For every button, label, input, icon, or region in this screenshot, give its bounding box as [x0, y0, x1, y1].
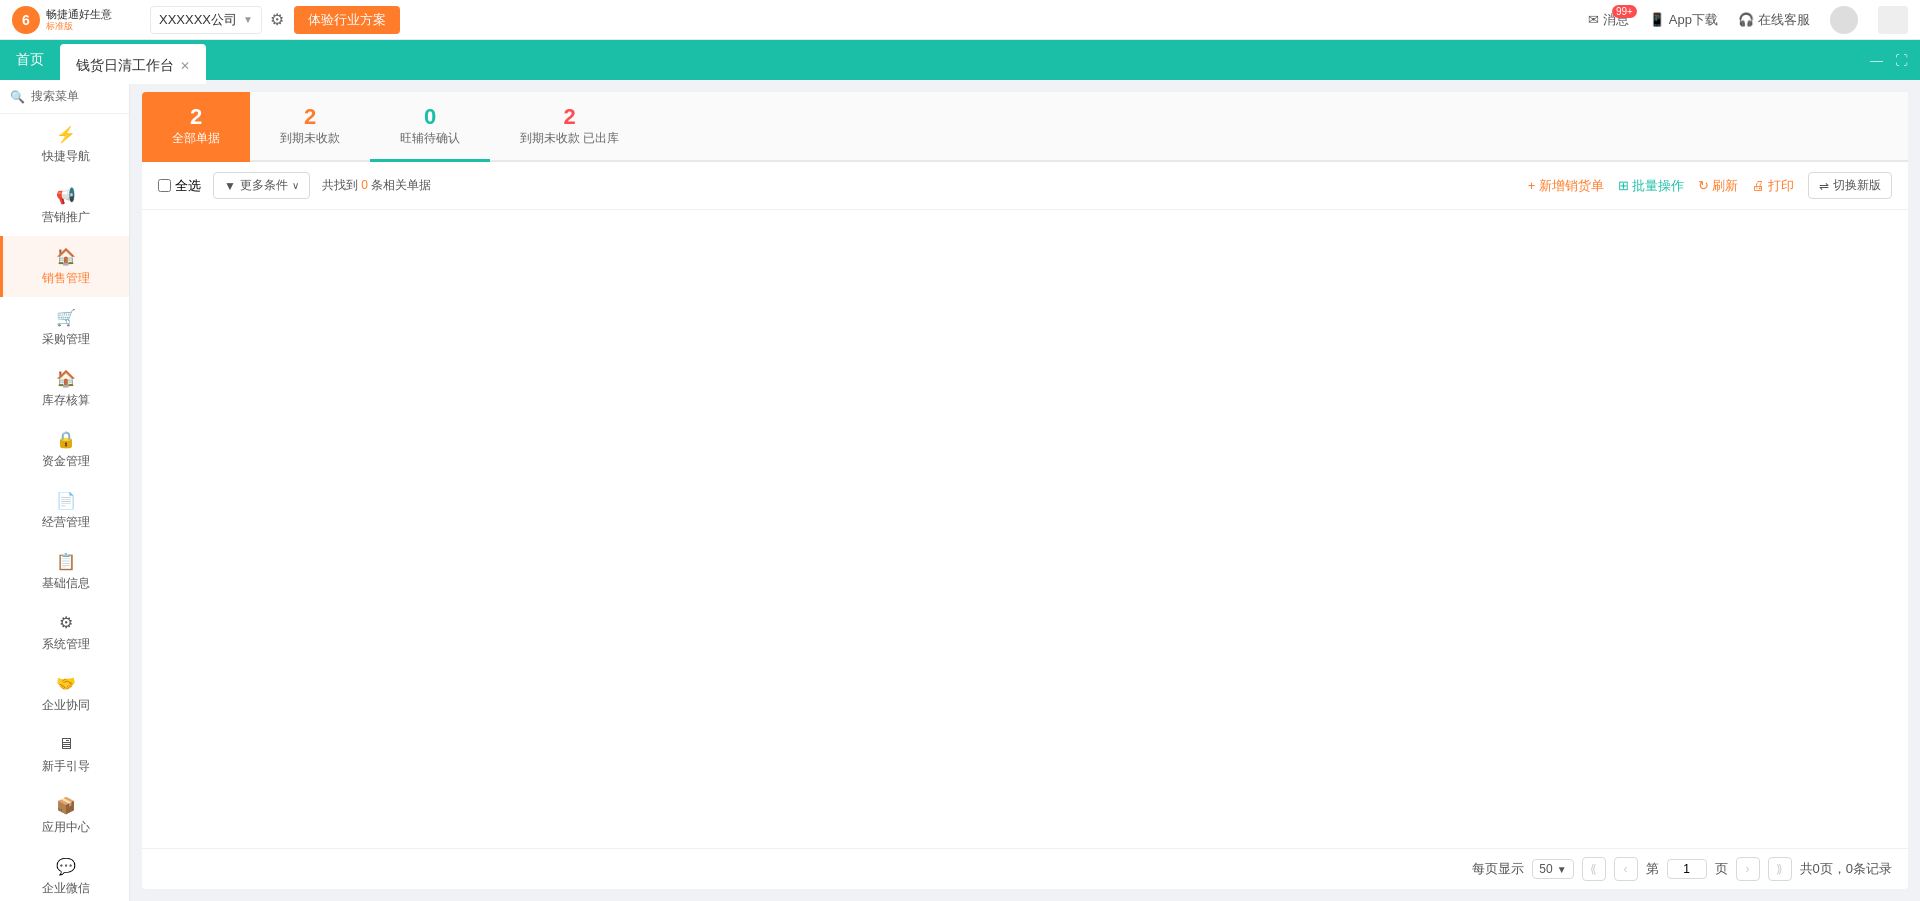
nav-tab-actions: — ⛶ [1870, 40, 1920, 80]
sidebar-item-operations[interactable]: 📄 经营管理 [0, 480, 129, 541]
first-page-button[interactable]: ⟪ [1582, 857, 1606, 881]
avatar[interactable] [1830, 6, 1858, 34]
download-icon: 📱 [1649, 12, 1665, 27]
print-icon: 🖨 [1752, 178, 1765, 193]
sidebar-item-marketing[interactable]: 📢 营销推广 [0, 175, 129, 236]
page-label-suffix: 页 [1715, 860, 1728, 878]
system-icon: ⚙ [56, 612, 76, 632]
tab-workbench[interactable]: 钱货日清工作台 ✕ [60, 44, 206, 84]
pagination-bar: 每页显示 50 ▼ ⟪ ‹ 第 页 › ⟫ 共0页，0条记录 [142, 848, 1908, 889]
sidebar-item-sales[interactable]: 🏠 销售管理 [0, 236, 129, 297]
marketing-icon: 📢 [56, 185, 76, 205]
capital-icon: 🔒 [56, 429, 76, 449]
online-service-item[interactable]: 🎧 在线客服 [1738, 11, 1810, 29]
company-selector[interactable]: XXXXXX公司 ▼ [150, 6, 262, 34]
message-badge: 99+ [1612, 5, 1637, 18]
filter-button[interactable]: ▼ 更多条件 ∨ [213, 172, 310, 199]
message-icon: ✉ [1588, 12, 1599, 27]
service-icon: 🎧 [1738, 12, 1754, 27]
logo-icon: 6 [12, 6, 40, 34]
toolbar-right: + 新增销货单 ⊞ 批量操作 ↻ 刷新 🖨 打印 ⇌ [1528, 172, 1892, 199]
stats-tab-all[interactable]: 2 全部单据 [142, 92, 250, 162]
switch-icon: ⇌ [1819, 179, 1829, 193]
inventory-icon: 🏠 [56, 368, 76, 388]
settings-icon[interactable]: ⚙ [270, 10, 284, 29]
logo-text: 畅捷通好生意 标准版 [46, 7, 112, 33]
sidebar-item-basic-info[interactable]: 📋 基础信息 [0, 541, 129, 602]
header-right: ✉ 消息 99+ 📱 App下载 🎧 在线客服 [1588, 6, 1908, 34]
batch-icon: ⊞ [1618, 178, 1629, 193]
stats-tab-overdue-out[interactable]: 2 到期未收款 已出库 [490, 92, 649, 162]
batch-operation-button[interactable]: ⊞ 批量操作 [1618, 177, 1684, 195]
switch-new-version-button[interactable]: ⇌ 切换新版 [1808, 172, 1892, 199]
minimize-icon[interactable]: — [1870, 53, 1883, 68]
sidebar: 🔍 搜索菜单 ⚡ 快捷导航 📢 营销推广 🏠 销售管理 🛒 采购管理 🏠 库存核… [0, 80, 130, 901]
select-all-input[interactable] [158, 179, 171, 192]
new-guide-icon: 🖥 [56, 734, 76, 754]
total-info: 共0页，0条记录 [1800, 860, 1892, 878]
page-number-input[interactable] [1667, 859, 1707, 879]
search-icon: 🔍 [10, 90, 25, 104]
select-all-checkbox[interactable]: 全选 [158, 177, 201, 195]
sidebar-item-capital[interactable]: 🔒 资金管理 [0, 419, 129, 480]
top-header: 6 畅捷通好生意 标准版 XXXXXX公司 ▼ ⚙ 体验行业方案 ✉ 消息 99… [0, 0, 1920, 40]
chevron-down-icon: ∨ [292, 180, 299, 191]
per-page-select[interactable]: 50 ▼ [1532, 859, 1573, 879]
search-menu-item[interactable]: 🔍 搜索菜单 [0, 80, 129, 114]
content-panel: 2 全部单据 2 到期未收款 0 旺辅待确认 2 到期未收款 已出库 [142, 92, 1908, 889]
message-item[interactable]: ✉ 消息 99+ [1588, 11, 1629, 29]
table-area [142, 210, 1908, 848]
prev-page-button[interactable]: ‹ [1614, 857, 1638, 881]
sidebar-item-new-guide[interactable]: 🖥 新手引导 [0, 724, 129, 785]
user-name-area [1878, 6, 1908, 34]
stats-tab-pending-confirm[interactable]: 0 旺辅待确认 [370, 92, 490, 162]
main-content: 2 全部单据 2 到期未收款 0 旺辅待确认 2 到期未收款 已出库 [130, 80, 1920, 901]
filter-icon: ▼ [224, 179, 236, 193]
refresh-icon: ↻ [1698, 178, 1709, 193]
sidebar-item-quick-nav[interactable]: ⚡ 快捷导航 [0, 114, 129, 175]
add-sales-order-button[interactable]: + 新增销货单 [1528, 177, 1604, 195]
quick-nav-icon: ⚡ [56, 124, 76, 144]
app-center-icon: 📦 [56, 795, 76, 815]
refresh-button[interactable]: ↻ 刷新 [1698, 177, 1738, 195]
sidebar-item-purchase[interactable]: 🛒 采购管理 [0, 297, 129, 358]
app-download-item[interactable]: 📱 App下载 [1649, 11, 1718, 29]
last-page-button[interactable]: ⟫ [1768, 857, 1792, 881]
trial-button[interactable]: 体验行业方案 [294, 6, 400, 34]
sales-icon: 🏠 [56, 246, 76, 266]
sidebar-item-app-center[interactable]: 📦 应用中心 [0, 785, 129, 846]
purchase-icon: 🛒 [56, 307, 76, 327]
operations-icon: 📄 [56, 490, 76, 510]
found-text: 共找到 0 条相关单据 [322, 177, 431, 194]
nav-tabs: 首页 钱货日清工作台 ✕ — ⛶ [0, 40, 1920, 80]
stats-tabs: 2 全部单据 2 到期未收款 0 旺辅待确认 2 到期未收款 已出库 [142, 92, 1908, 162]
per-page-label: 每页显示 [1472, 860, 1524, 878]
logo-area: 6 畅捷通好生意 标准版 [12, 6, 142, 34]
tab-home[interactable]: 首页 [0, 40, 60, 80]
close-tab-icon[interactable]: ✕ [180, 59, 190, 73]
page-label: 第 [1646, 860, 1659, 878]
stats-tab-overdue[interactable]: 2 到期未收款 [250, 92, 370, 162]
toolbar: 全选 ▼ 更多条件 ∨ 共找到 0 条相关单据 + 新增销货单 [142, 162, 1908, 210]
sidebar-item-system[interactable]: ⚙ 系统管理 [0, 602, 129, 663]
chevron-down-icon: ▼ [1557, 864, 1567, 875]
sidebar-item-wechat[interactable]: 💬 企业微信 [0, 846, 129, 901]
wechat-icon: 💬 [56, 856, 76, 876]
next-page-button[interactable]: › [1736, 857, 1760, 881]
sidebar-item-inventory[interactable]: 🏠 库存核算 [0, 358, 129, 419]
expand-icon[interactable]: ⛶ [1895, 53, 1908, 68]
enterprise-coop-icon: 🤝 [56, 673, 76, 693]
print-button[interactable]: 🖨 打印 [1752, 177, 1794, 195]
chevron-down-icon: ▼ [243, 14, 253, 25]
sidebar-item-enterprise-coop[interactable]: 🤝 企业协同 [0, 663, 129, 724]
main-layout: 🔍 搜索菜单 ⚡ 快捷导航 📢 营销推广 🏠 销售管理 🛒 采购管理 🏠 库存核… [0, 80, 1920, 901]
basic-info-icon: 📋 [56, 551, 76, 571]
